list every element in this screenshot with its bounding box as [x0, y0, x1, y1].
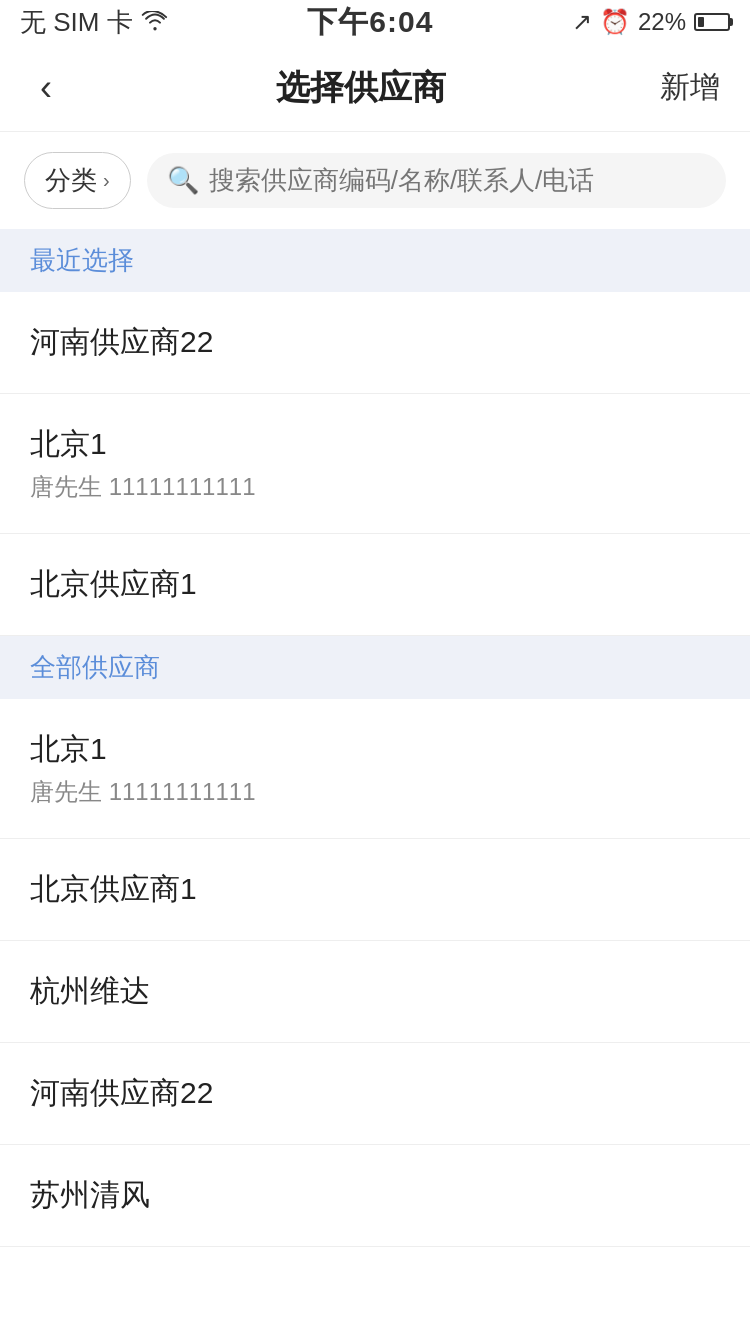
item-name: 杭州维达: [30, 971, 720, 1012]
item-name: 北京1: [30, 424, 720, 465]
list-item[interactable]: 杭州维达: [0, 941, 750, 1043]
add-button[interactable]: 新增: [660, 67, 720, 108]
status-time: 下午6:04: [307, 2, 433, 43]
item-name: 河南供应商22: [30, 1073, 720, 1114]
item-sub: 唐先生 11111111111: [30, 776, 720, 808]
page-title: 选择供应商: [276, 65, 446, 111]
all-items-list: 北京1 唐先生 11111111111 北京供应商1 杭州维达河南供应商22 苏州清风: [0, 699, 750, 1247]
item-name: 北京供应商1: [30, 564, 720, 605]
wifi-icon: [141, 7, 169, 38]
chevron-right-icon: ›: [103, 169, 110, 192]
status-bar: 无 SIM 卡 下午6:04 ↗ ⏰ 22%: [0, 0, 750, 44]
item-name: 苏州清风: [30, 1175, 720, 1216]
list-item[interactable]: 北京1 唐先生 11111111111: [0, 394, 750, 534]
list-item[interactable]: 苏州清风: [0, 1145, 750, 1247]
filter-bar: 分类 › 🔍: [0, 132, 750, 229]
no-sim-text: 无 SIM 卡: [20, 5, 133, 40]
list-item[interactable]: 河南供应商22: [0, 1043, 750, 1145]
recent-section-label: 最近选择: [30, 245, 134, 275]
location-icon: ↗: [572, 8, 592, 36]
recent-items-list: 河南供应商22 北京1 唐先生 11111111111 北京供应商1: [0, 292, 750, 636]
list-item[interactable]: 北京供应商1: [0, 839, 750, 941]
list-item[interactable]: 北京供应商1: [0, 534, 750, 636]
category-button[interactable]: 分类 ›: [24, 152, 131, 209]
status-left: 无 SIM 卡: [20, 5, 169, 40]
status-right: ↗ ⏰ 22%: [572, 8, 730, 36]
item-sub: 唐先生 11111111111: [30, 471, 720, 503]
list-item[interactable]: 北京1 唐先生 11111111111: [0, 699, 750, 839]
search-icon: 🔍: [167, 165, 199, 196]
nav-bar: ‹ 选择供应商 新增: [0, 44, 750, 132]
battery-icon: [694, 13, 730, 31]
all-section-header: 全部供应商: [0, 636, 750, 699]
search-box: 🔍: [147, 153, 726, 208]
category-label: 分类: [45, 163, 97, 198]
list-item[interactable]: 河南供应商22: [0, 292, 750, 394]
alarm-icon: ⏰: [600, 8, 630, 36]
battery-text: 22%: [638, 8, 686, 36]
recent-section-header: 最近选择: [0, 229, 750, 292]
search-input[interactable]: [209, 165, 706, 196]
item-name: 河南供应商22: [30, 322, 720, 363]
item-name: 北京1: [30, 729, 720, 770]
all-section-label: 全部供应商: [30, 652, 160, 682]
item-name: 北京供应商1: [30, 869, 720, 910]
back-button[interactable]: ‹: [30, 57, 62, 119]
